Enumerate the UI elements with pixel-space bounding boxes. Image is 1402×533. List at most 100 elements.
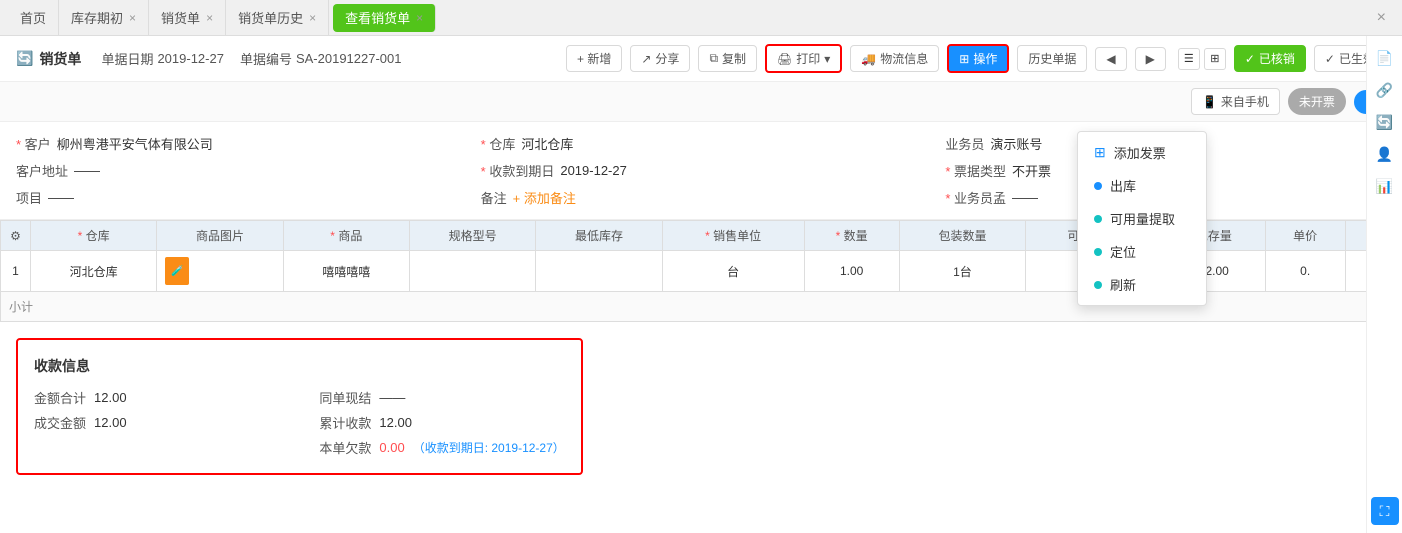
- close-all-button[interactable]: ×: [1369, 9, 1394, 27]
- col-spec: 规格型号: [409, 221, 535, 251]
- sidebar-icon-expand[interactable]: ⛶: [1371, 497, 1399, 525]
- address-label: 客户地址: [16, 161, 68, 180]
- warehouse-value: 河北仓库: [521, 134, 573, 153]
- tab-close-inventory-init[interactable]: ×: [129, 11, 136, 25]
- doc-icon: 🔄: [16, 50, 33, 67]
- effect-check-icon: ✓: [1325, 52, 1335, 66]
- due-date-label: 收款到期日: [481, 161, 555, 180]
- copy-button[interactable]: ⧉ 复制: [698, 45, 757, 72]
- sidebar-icon-refresh[interactable]: 🔄: [1371, 108, 1399, 136]
- document-header: 🔄 销货单 单据日期 2019-12-27 单据编号 SA-20191227-0…: [0, 36, 1402, 82]
- cumulative-value: 12.00: [379, 415, 412, 430]
- current-due-row: 本单欠款 0.00 （收款到期日: 2019-12-27）: [319, 438, 564, 457]
- refresh-dot: [1094, 281, 1102, 289]
- payment-box: 收款信息 金额合计 12.00 同单现结 —— 成交金额 12.00 累计收款 …: [16, 338, 583, 475]
- same-order-label: 同单现结: [319, 388, 371, 407]
- col-unit: 销售单位: [662, 221, 804, 251]
- salesperson-label: 业务员: [945, 134, 984, 153]
- print-button[interactable]: 🖨 打印 ▾: [765, 44, 842, 73]
- row-num: 1: [1, 251, 31, 292]
- grid-icon: ⊞: [959, 52, 969, 66]
- row-unit: 台: [662, 251, 804, 292]
- dropdown-outbound[interactable]: 出库: [1078, 169, 1206, 202]
- check-icon: ✓: [1245, 52, 1255, 66]
- dropdown-refresh[interactable]: 刷新: [1078, 268, 1206, 301]
- col-settings[interactable]: ⚙: [1, 221, 31, 251]
- total-row: 金额合计 12.00: [34, 388, 279, 407]
- truck-icon: 🚚: [861, 52, 876, 66]
- sidebar-icon-user[interactable]: 👤: [1371, 140, 1399, 168]
- ticket-type-value: 不开票: [1012, 161, 1051, 180]
- prev-button[interactable]: ◀: [1095, 47, 1126, 71]
- product-image: 🧪: [165, 257, 189, 285]
- not-open-button[interactable]: 未开票: [1288, 88, 1346, 115]
- col-product-image: 商品图片: [157, 221, 283, 251]
- tab-home[interactable]: 首页: [8, 0, 59, 35]
- toolbar-row: 📱 来自手机 未开票 ✓: [0, 82, 1402, 122]
- share-icon: ↗: [641, 52, 651, 66]
- tab-bar: 首页 库存期初 × 销货单 × 销货单历史 × 查看销货单 × ×: [0, 0, 1402, 36]
- tab-sales-order[interactable]: 销货单 ×: [149, 0, 226, 35]
- due-date-row: 收款到期日 2019-12-27: [481, 161, 922, 180]
- deal-amount-row: 成交金额 12.00: [34, 413, 279, 432]
- agent-label: 业务员孟: [945, 188, 1006, 207]
- row-price: 0.: [1265, 251, 1345, 292]
- grid-view-icon[interactable]: ⊞: [1204, 48, 1226, 70]
- row-pkg-qty: 1台: [899, 251, 1025, 292]
- print-icon: 🖨: [777, 52, 792, 66]
- warehouse-label: 仓库: [481, 134, 516, 153]
- dropdown-available-qty[interactable]: 可用量提取: [1078, 202, 1206, 235]
- warehouse-row: 仓库 河北仓库: [481, 134, 922, 153]
- row-spec: [409, 251, 535, 292]
- sidebar-icon-chart[interactable]: 📊: [1371, 172, 1399, 200]
- dropdown-locate[interactable]: 定位: [1078, 235, 1206, 268]
- tab-inventory-init[interactable]: 库存期初 ×: [59, 0, 149, 35]
- customer-value: 柳州粤港平安气体有限公司: [57, 134, 213, 153]
- address-value: ——: [74, 163, 100, 178]
- col-pkg-qty: 包装数量: [899, 221, 1025, 251]
- dropdown-add-invoice[interactable]: ⊞ 添加发票: [1078, 136, 1206, 169]
- col-qty: 数量: [804, 221, 899, 251]
- same-order-value: ——: [379, 390, 405, 405]
- current-due-value: 0.00: [379, 440, 404, 455]
- right-sidebar: 📄 🔗 🔄 👤 📊 ⛶: [1366, 36, 1402, 533]
- next-button[interactable]: ▶: [1135, 47, 1166, 71]
- deal-amount-value: 12.00: [94, 415, 127, 430]
- phone-icon: 📱: [1202, 95, 1217, 109]
- tab-close-sales-order[interactable]: ×: [206, 11, 213, 25]
- share-button[interactable]: ↗ 分享: [630, 45, 690, 72]
- current-due-label: 本单欠款: [319, 438, 371, 457]
- payment-grid: 金额合计 12.00 同单现结 —— 成交金额 12.00 累计收款 12.00: [34, 388, 565, 457]
- tab-sales-history[interactable]: 销货单历史 ×: [226, 0, 329, 35]
- same-order-row: 同单现结 ——: [319, 388, 564, 407]
- tab-close-sales-history[interactable]: ×: [309, 11, 316, 25]
- date-label: 单据日期 2019-12-27: [101, 49, 224, 68]
- cumulative-label: 累计收款: [319, 413, 371, 432]
- operate-button[interactable]: ⊞ 操作: [947, 44, 1009, 73]
- sidebar-icon-doc[interactable]: 📄: [1371, 44, 1399, 72]
- payment-title: 收款信息: [34, 356, 565, 376]
- copy-icon: ⧉: [709, 51, 718, 66]
- history-button[interactable]: 历史单据: [1017, 45, 1087, 72]
- list-view-icon[interactable]: ☰: [1178, 48, 1200, 70]
- from-phone-button[interactable]: 📱 来自手机: [1191, 88, 1280, 115]
- view-icons: ☰ ⊞: [1178, 48, 1226, 70]
- tab-close-view-sales-order[interactable]: ×: [416, 11, 423, 25]
- sidebar-icon-link[interactable]: 🔗: [1371, 76, 1399, 104]
- row-qty: 1.00: [804, 251, 899, 292]
- tab-view-sales-order[interactable]: 查看销货单 ×: [333, 4, 436, 32]
- row-product: 嘻嘻嘻嘻: [283, 251, 409, 292]
- logistics-button[interactable]: 🚚 物流信息: [850, 45, 939, 72]
- cancel-button[interactable]: ✓ 已核销: [1234, 45, 1306, 72]
- col-warehouse: 仓库: [31, 221, 157, 251]
- row-min-stock: [536, 251, 662, 292]
- col-price: 单价: [1265, 221, 1345, 251]
- doc-actions: + 新增 ↗ 分享 ⧉ 复制 🖨 打印 ▾ 🚚 物流信息 ⊞ 操作: [566, 44, 1386, 73]
- deal-amount-label: 成交金额: [34, 413, 86, 432]
- add-note-button[interactable]: + 添加备注: [513, 188, 576, 207]
- note-row: 备注 + 添加备注: [481, 188, 922, 207]
- new-button[interactable]: + 新增: [566, 45, 622, 72]
- ticket-type-label: 票据类型: [945, 161, 1006, 180]
- dropdown-menu: ⊞ 添加发票 出库 可用量提取 定位 刷新: [1077, 131, 1207, 306]
- project-label: 项目: [16, 188, 42, 207]
